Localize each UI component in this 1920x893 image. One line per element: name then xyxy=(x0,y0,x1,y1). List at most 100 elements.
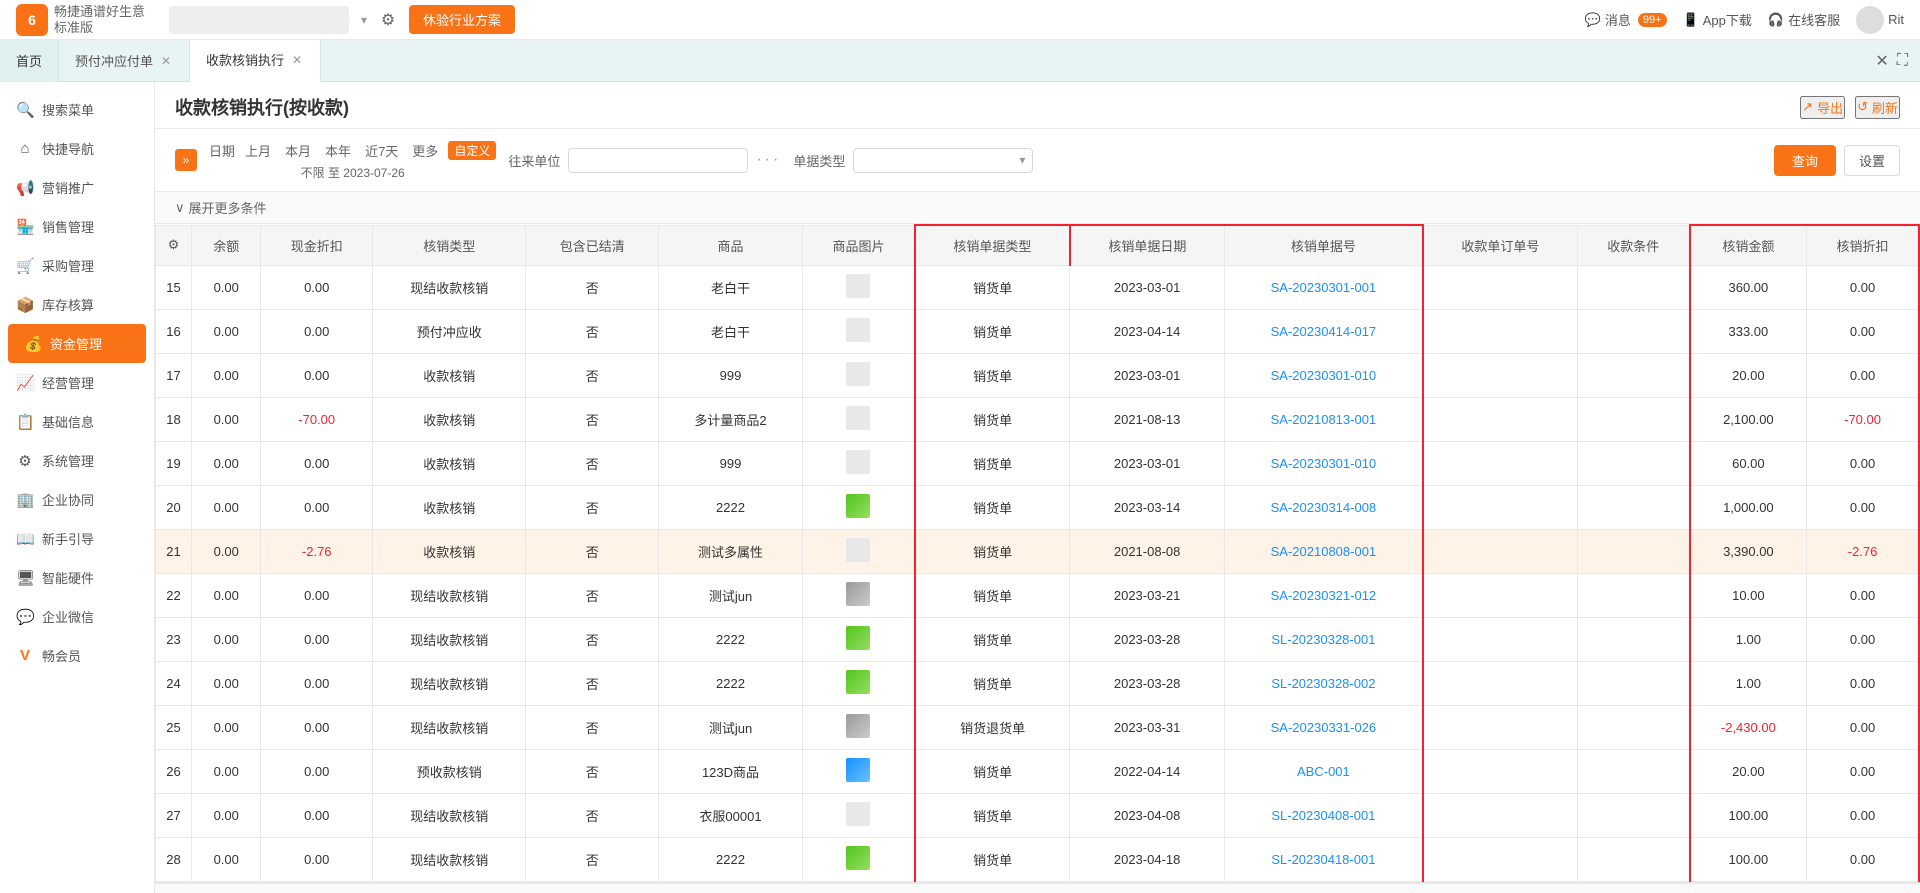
writeoff-number-link[interactable]: SA-20230301-010 xyxy=(1271,368,1377,383)
brand: 6 畅捷通谱好生意 标准版 xyxy=(16,4,145,36)
date-this-month[interactable]: 本月 xyxy=(281,139,315,162)
sidebar-item-search[interactable]: 🔍 搜索菜单 xyxy=(0,90,154,129)
expand-more-button[interactable]: ∨ 展开更多条件 xyxy=(175,198,1900,217)
writeoff-number-link[interactable]: SA-20230301-010 xyxy=(1271,456,1377,471)
tab-home[interactable]: 首页 xyxy=(0,40,59,82)
messages-item[interactable]: 💬 消息 99+ xyxy=(1585,10,1667,29)
finance-icon: 💰 xyxy=(24,335,42,353)
sidebar-item-sales[interactable]: 🏪 销售管理 xyxy=(0,207,154,246)
sidebar-item-hardware[interactable]: 🖥 智能硬件 xyxy=(0,558,154,597)
expand-more-label: 展开更多条件 xyxy=(189,198,267,217)
cell-writeoff-number: SA-20210808-001 xyxy=(1224,530,1423,574)
date-this-year[interactable]: 本年 xyxy=(321,139,355,162)
cell-writeoff-type: 收款核销 xyxy=(372,442,525,486)
cell-writeoff-discount: 0.00 xyxy=(1807,486,1919,530)
writeoff-number-link[interactable]: SA-20230331-026 xyxy=(1271,720,1377,735)
tab-collect-close[interactable]: ✕ xyxy=(290,53,304,67)
writeoff-number-link[interactable]: SA-20210808-001 xyxy=(1271,544,1377,559)
writeoff-number-link[interactable]: SA-20230314-008 xyxy=(1271,500,1377,515)
cell-goods-image xyxy=(803,750,915,794)
guide-icon: 📖 xyxy=(16,530,34,548)
cell-goods-image xyxy=(803,662,915,706)
expand-filter-button[interactable]: » xyxy=(175,149,197,171)
date-range-display: 不限 至 2023-07-26 xyxy=(301,164,405,181)
cell-writeoff-number: SA-20230331-026 xyxy=(1224,706,1423,750)
writeoff-number-link[interactable]: SL-20230418-001 xyxy=(1271,852,1375,867)
writeoff-number-link[interactable]: SA-20230321-012 xyxy=(1271,588,1377,603)
sidebar-item-quicknav[interactable]: ⌂ 快捷导航 xyxy=(0,129,154,168)
from-unit-input[interactable] xyxy=(568,148,748,173)
tab-prepay-close[interactable]: ✕ xyxy=(159,54,173,68)
writeoff-number-link[interactable]: ABC-001 xyxy=(1297,764,1350,779)
writeoff-number-link[interactable]: SA-20210813-001 xyxy=(1271,412,1377,427)
cell-writeoff-date: 2023-03-01 xyxy=(1070,354,1224,398)
account-dropdown-arrow[interactable]: ▾ xyxy=(361,13,367,27)
sidebar-item-purchase-label: 采购管理 xyxy=(42,256,94,275)
table-row: 16 0.00 0.00 预付冲应收 否 老白干 销货单 2023-04-14 … xyxy=(156,310,1920,354)
tab-fullscreen-icon[interactable]: ⛶ xyxy=(1897,52,1908,70)
avatar xyxy=(1856,6,1884,34)
sidebar-item-guide[interactable]: 📖 新手引导 xyxy=(0,519,154,558)
date-more[interactable]: 更多 xyxy=(408,139,442,162)
date-7days[interactable]: 近7天 xyxy=(361,139,402,162)
cell-goods: 衣服00001 xyxy=(658,794,802,838)
from-unit-filter: 往来单位 ··· xyxy=(508,148,781,173)
refresh-label: 刷新 xyxy=(1872,98,1898,117)
writeoff-number-link[interactable]: SL-20230408-001 xyxy=(1271,808,1375,823)
inventory-icon: 📦 xyxy=(16,296,34,314)
table-row: 26 0.00 0.00 预收款核销 否 123D商品 销货单 2022-04-… xyxy=(156,750,1920,794)
sidebar-item-wechat[interactable]: 💬 企业微信 xyxy=(0,597,154,636)
account-selector[interactable] xyxy=(169,6,349,34)
date-prev-month[interactable]: 上月 xyxy=(241,139,275,162)
cell-writeoff-discount: -2.76 xyxy=(1807,530,1919,574)
th-settings[interactable]: ⚙ xyxy=(156,225,192,266)
cell-writeoff-date: 2023-03-31 xyxy=(1070,706,1224,750)
refresh-button[interactable]: ↺ 刷新 xyxy=(1855,96,1900,119)
cell-goods-image xyxy=(803,486,915,530)
sidebar-item-finance[interactable]: 💰 资金管理 xyxy=(8,324,146,363)
from-unit-dots[interactable]: ··· xyxy=(756,151,781,169)
sidebar-item-purchase[interactable]: 🛒 采购管理 xyxy=(0,246,154,285)
cell-cash-discount: 0.00 xyxy=(261,838,372,882)
app-download-item[interactable]: 📱 App下载 xyxy=(1683,10,1752,29)
cell-writeoff-date: 2023-03-14 xyxy=(1070,486,1224,530)
online-service-item[interactable]: 🎧 在线客服 xyxy=(1768,10,1840,29)
export-button[interactable]: ↗ 导出 xyxy=(1800,96,1845,119)
sidebar-item-marketing[interactable]: 📢 营销推广 xyxy=(0,168,154,207)
cell-include-settled: 否 xyxy=(526,530,658,574)
query-button[interactable]: 查询 xyxy=(1774,145,1836,176)
date-custom[interactable]: 自定义 xyxy=(448,141,496,160)
cell-balance: 0.00 xyxy=(192,750,261,794)
cell-writeoff-type: 现结收款核销 xyxy=(372,706,525,750)
cell-writeoff-discount: 0.00 xyxy=(1807,442,1919,486)
cell-goods-image xyxy=(803,354,915,398)
sidebar-item-basic[interactable]: 📋 基础信息 xyxy=(0,402,154,441)
purchase-icon: 🛒 xyxy=(16,257,34,275)
cell-writeoff-date: 2023-04-18 xyxy=(1070,838,1224,882)
cell-writeoff-date: 2023-03-28 xyxy=(1070,618,1224,662)
table-row: 28 0.00 0.00 现结收款核销 否 2222 销货单 2023-04-1… xyxy=(156,838,1920,882)
th-writeoff-doc-type: 核销单据类型 xyxy=(915,225,1070,266)
sidebar-item-inventory[interactable]: 📦 库存核算 xyxy=(0,285,154,324)
tab-close-all-icon[interactable]: ✕ xyxy=(1875,51,1888,71)
settings-icon[interactable]: ⚙ xyxy=(379,11,397,29)
writeoff-number-link[interactable]: SA-20230301-001 xyxy=(1271,280,1377,295)
industry-button[interactable]: 休验行业方案 xyxy=(409,5,515,34)
tab-collect[interactable]: 收款核销执行 ✕ xyxy=(190,40,321,82)
cell-goods-image xyxy=(803,310,915,354)
tab-prepay[interactable]: 预付冲应付单 ✕ xyxy=(59,40,190,82)
writeoff-number-link[interactable]: SL-20230328-002 xyxy=(1271,676,1375,691)
filter-settings-button[interactable]: 设置 xyxy=(1844,145,1900,176)
username-area[interactable]: Rit xyxy=(1856,6,1904,34)
receipt-type-select[interactable] xyxy=(853,148,1033,173)
writeoff-number-link[interactable]: SA-20230414-017 xyxy=(1271,324,1377,339)
hardware-icon: 🖥 xyxy=(16,569,34,587)
sidebar-item-system[interactable]: ⚙ 系统管理 xyxy=(0,441,154,480)
sidebar-item-operations[interactable]: 📈 经营管理 xyxy=(0,363,154,402)
data-table: ⚙ 余额 现金折扣 核销类型 包含已结清 商品 商品图片 核销单据类型 核销单据… xyxy=(155,224,1920,882)
sidebar-item-member[interactable]: V 畅会员 xyxy=(0,636,154,675)
writeoff-number-link[interactable]: SL-20230328-001 xyxy=(1271,632,1375,647)
cell-writeoff-date: 2023-04-08 xyxy=(1070,794,1224,838)
sidebar-item-enterprise[interactable]: 🏢 企业协同 xyxy=(0,480,154,519)
cell-balance: 0.00 xyxy=(192,266,261,310)
